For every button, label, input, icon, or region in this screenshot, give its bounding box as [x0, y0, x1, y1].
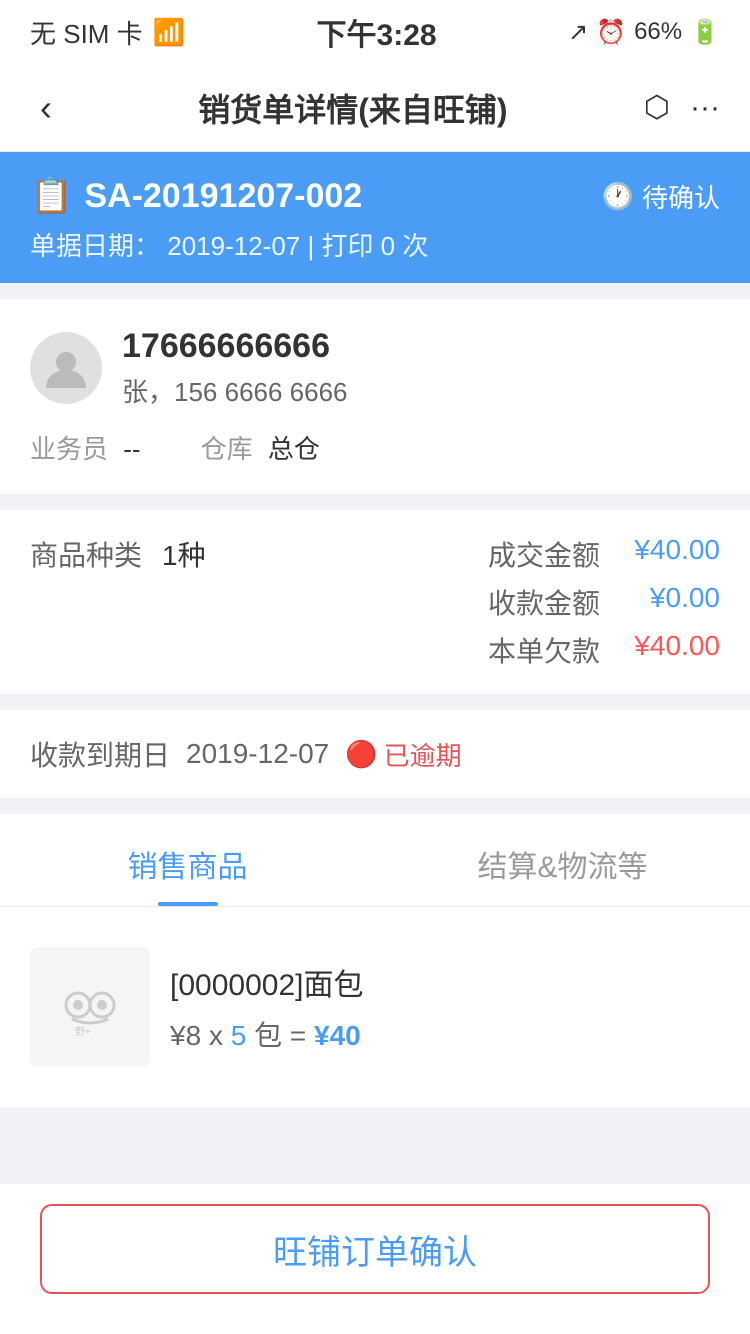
nav-bar: ‹ 销货单详情(来自旺铺) ⬡ ··· — [0, 64, 750, 152]
time-display: 下午3:28 — [317, 10, 437, 54]
table-row: 野+ [0000002]面包 ¥8 x 5 包 = ¥40 — [30, 927, 720, 1087]
order-id-text: SA-20191207-002 — [84, 177, 362, 216]
print-info: | 打印 0 次 — [307, 231, 428, 261]
owed-row: 本单欠款 ¥40.00 — [488, 630, 720, 670]
status-text: 待确认 — [642, 178, 720, 215]
order-date-row: 单据日期： 2019-12-07 | 打印 0 次 — [30, 226, 720, 263]
customer-phone: 17666666666 — [122, 327, 720, 366]
location-icon: ↗ — [568, 18, 588, 47]
page-title: 销货单详情(来自旺铺) — [198, 85, 507, 131]
sales-meta: 业务员 -- — [30, 429, 141, 466]
amount-section: 商品种类 1种 成交金额 ¥40.00 收款金额 ¥0.00 本单欠款 ¥40.… — [0, 510, 750, 694]
product-type: 商品种类 1种 — [30, 534, 206, 574]
quantity: 5 — [231, 1020, 247, 1051]
customer-section: 17666666666 张，156 6666 6666 业务员 -- 仓库 总仓 — [0, 299, 750, 494]
overdue-badge: 🔴 已逾期 — [345, 736, 461, 773]
customer-meta: 业务员 -- 仓库 总仓 — [30, 429, 720, 466]
due-date-label: 收款到期日 — [30, 734, 170, 774]
product-type-label: 商品种类 — [30, 534, 142, 574]
collected-row: 收款金额 ¥0.00 — [488, 582, 720, 622]
collected-value: ¥0.00 — [620, 582, 720, 622]
share-button[interactable]: ⬡ — [644, 90, 670, 125]
unit-price: ¥8 — [170, 1020, 201, 1051]
sales-label: 业务员 — [30, 434, 108, 464]
status-bar: 无 SIM 卡 📶 下午3:28 ↗ ⏰ 66% 🔋 — [0, 0, 750, 64]
order-banner: 📋 SA-20191207-002 🕐 待确认 单据日期： 2019-12-07… — [0, 152, 750, 283]
deal-amount-label: 成交金额 — [488, 534, 600, 574]
product-list: 野+ [0000002]面包 ¥8 x 5 包 = ¥40 — [0, 907, 750, 1107]
collected-label: 收款金额 — [488, 582, 600, 622]
owed-label: 本单欠款 — [488, 630, 600, 670]
carrier-text: 无 SIM 卡 — [30, 14, 143, 51]
warehouse-label: 仓库 — [201, 434, 253, 464]
battery-text: 66% — [634, 18, 682, 46]
overdue-text: 已逾期 — [384, 736, 462, 773]
equals-sign: = — [290, 1020, 314, 1051]
tabs-section: 销售商品 结算&物流等 野+ [0000002]面包 — [0, 814, 750, 1107]
confirm-order-button[interactable]: 旺铺订单确认 — [40, 1204, 710, 1294]
product-price: ¥8 x 5 包 = ¥40 — [170, 1014, 720, 1054]
tab-settlement-label: 结算&物流等 — [477, 851, 647, 884]
product-name: [0000002]面包 — [170, 960, 720, 1004]
order-icon: 📋 — [30, 176, 72, 216]
customer-info: 17666666666 张，156 6666 6666 — [122, 327, 720, 409]
status-clock-icon: 🕐 — [602, 181, 634, 212]
tabs-row: 销售商品 结算&物流等 — [0, 814, 750, 907]
status-right: ↗ ⏰ 66% 🔋 — [568, 18, 720, 47]
alarm-icon: ⏰ — [596, 18, 626, 47]
customer-name: 张，156 6666 6666 — [122, 372, 720, 409]
wifi-icon: 📶 — [153, 17, 185, 48]
status-left: 无 SIM 卡 📶 — [30, 14, 185, 51]
warehouse-value: 总仓 — [268, 434, 320, 464]
back-button[interactable]: ‹ — [30, 77, 62, 139]
total-price: ¥40 — [314, 1020, 361, 1051]
svg-text:野+: 野+ — [75, 1026, 91, 1037]
overdue-icon: 🔴 — [345, 739, 377, 770]
due-date-section: 收款到期日 2019-12-07 🔴 已逾期 — [0, 710, 750, 798]
bottom-bar: 旺铺订单确认 — [0, 1184, 750, 1334]
deal-amount-value: ¥40.00 — [620, 534, 720, 574]
battery-icon: 🔋 — [690, 18, 720, 47]
amount-details: 成交金额 ¥40.00 收款金额 ¥0.00 本单欠款 ¥40.00 — [488, 534, 720, 670]
more-button[interactable]: ··· — [690, 91, 720, 125]
deal-amount-row: 成交金额 ¥40.00 — [488, 534, 720, 574]
tab-products[interactable]: 销售商品 — [0, 814, 375, 906]
product-thumbnail: 野+ — [30, 947, 150, 1067]
tab-products-label: 销售商品 — [128, 851, 248, 884]
date-label: 单据日期： — [30, 231, 160, 261]
order-date: 2019-12-07 — [167, 231, 300, 261]
nav-actions: ⬡ ··· — [644, 90, 720, 125]
order-status: 🕐 待确认 — [602, 178, 720, 215]
sales-value: -- — [123, 434, 140, 464]
order-id: 📋 SA-20191207-002 — [30, 176, 362, 216]
product-type-value: 1种 — [162, 534, 206, 574]
due-date-value: 2019-12-07 — [186, 738, 329, 770]
owed-value: ¥40.00 — [620, 630, 720, 670]
product-info: [0000002]面包 ¥8 x 5 包 = ¥40 — [170, 960, 720, 1054]
avatar — [30, 332, 102, 404]
unit: 包 — [254, 1020, 282, 1051]
warehouse-meta: 仓库 总仓 — [201, 429, 320, 466]
tab-settlement[interactable]: 结算&物流等 — [375, 814, 750, 906]
multiply-sign: x — [209, 1020, 231, 1051]
